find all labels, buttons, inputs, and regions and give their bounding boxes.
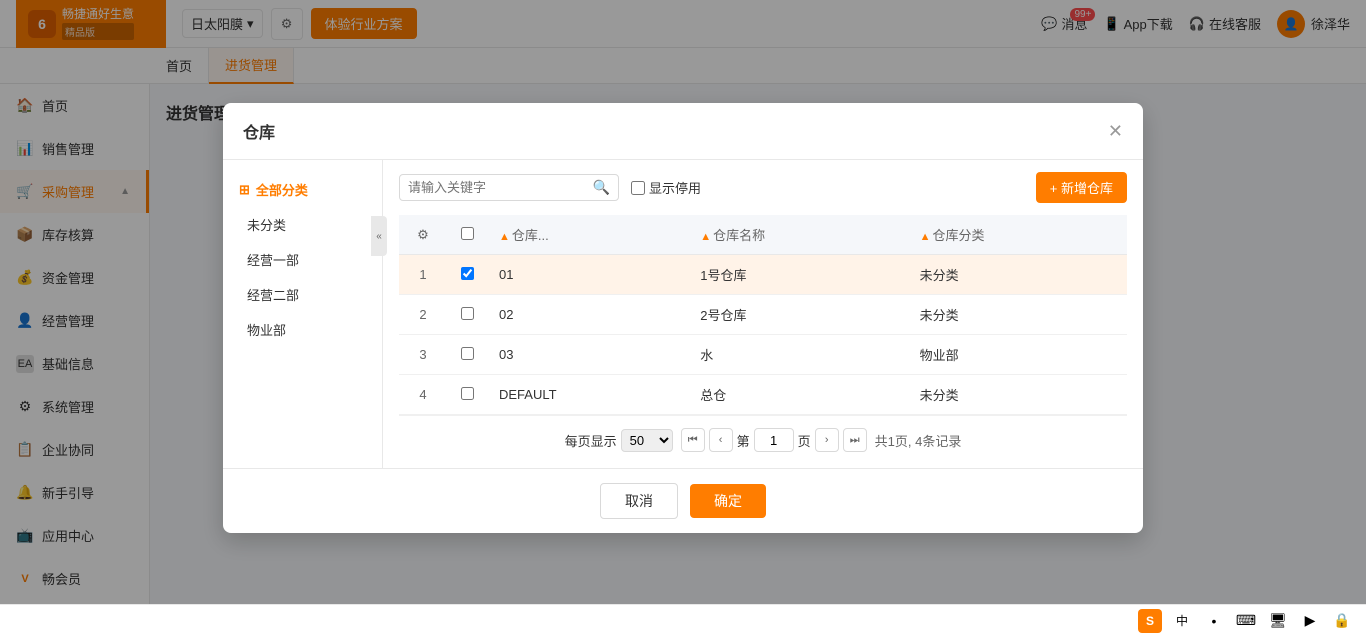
row-category: 物业部 [908,335,1127,375]
last-page-button[interactable]: ⏭ [843,428,867,452]
per-page-label: 每页显示 [565,431,617,450]
show-disabled-label: 显示停用 [631,178,701,197]
table-row[interactable]: 1 01 1号仓库 未分类 [399,255,1127,295]
show-disabled-text: 显示停用 [649,178,701,197]
modal-title: 仓库 [243,119,275,143]
select-all-checkbox[interactable] [461,227,474,240]
col-code: ▲仓库... [487,215,688,255]
page-input[interactable] [754,428,794,452]
next-page-button[interactable]: › [815,428,839,452]
row-checkbox[interactable] [461,307,474,320]
row-checkbox[interactable] [461,387,474,400]
row-num: 1 [399,255,447,295]
table-row[interactable]: 4 DEFAULT 总仓 未分类 [399,375,1127,415]
modal-footer: 取消 确定 [223,468,1143,533]
row-code: 02 [487,295,688,335]
search-box: 🔍 [399,174,619,201]
row-num: 4 [399,375,447,415]
warehouse-table: ⚙ ▲仓库... ▲仓库名称 ▲仓库分类 1 01 [399,215,1127,415]
page-total-label: 共1页, 4条记录 [875,431,962,450]
all-categories-item[interactable]: ⊞ 全部分类 [223,172,382,207]
row-category: 未分类 [908,375,1127,415]
row-name: 总仓 [688,375,907,415]
play-icon[interactable]: ▶ [1298,609,1322,633]
col-settings: ⚙ [399,215,447,255]
search-input[interactable] [408,180,593,195]
add-warehouse-button[interactable]: + 新增仓库 [1036,172,1127,203]
modal-overlay: 仓库 ✕ ⊞ 全部分类 未分类 经营一部 经营二部 物业部 « [0,0,1366,636]
page-label: 第 [737,431,750,450]
collapse-panel-button[interactable]: « [371,216,387,256]
category-item-property[interactable]: 物业部 [223,312,382,347]
page-suffix-label: 页 [798,431,811,450]
row-check[interactable] [447,335,487,375]
col-checkbox [447,215,487,255]
row-category: 未分类 [908,295,1127,335]
row-check[interactable] [447,375,487,415]
row-code: 03 [487,335,688,375]
lock-icon[interactable]: 🔒 [1330,609,1354,633]
row-name: 水 [688,335,907,375]
row-code: DEFAULT [487,375,688,415]
bottom-icon-s[interactable]: S [1138,609,1162,633]
col-name: ▲仓库名称 [688,215,907,255]
warehouse-modal: 仓库 ✕ ⊞ 全部分类 未分类 经营一部 经营二部 物业部 « [223,103,1143,533]
col-category: ▲仓库分类 [908,215,1127,255]
table-header-row: ⚙ ▲仓库... ▲仓库名称 ▲仓库分类 [399,215,1127,255]
modal-header: 仓库 ✕ [223,103,1143,160]
show-disabled-checkbox[interactable] [631,181,645,195]
bottom-icon-dot[interactable]: • [1202,609,1226,633]
row-checkbox[interactable] [461,267,474,280]
bottom-icon-zh[interactable]: 中 [1170,609,1194,633]
grid-icon: ⊞ [239,182,250,198]
bottom-bar: S 中 • ⌨ 🖥 ▶ 🔒 [0,604,1366,636]
row-num: 3 [399,335,447,375]
category-item-ops1[interactable]: 经营一部 [223,242,382,277]
modal-right-panel: 🔍 显示停用 + 新增仓库 ⚙ [383,160,1143,468]
row-code: 01 [487,255,688,295]
row-num: 2 [399,295,447,335]
modal-toolbar: 🔍 显示停用 + 新增仓库 [399,172,1127,203]
row-name: 2号仓库 [688,295,907,335]
first-page-button[interactable]: ⏮ [681,428,705,452]
confirm-button[interactable]: 确定 [690,484,766,518]
row-name: 1号仓库 [688,255,907,295]
modal-left-panel: ⊞ 全部分类 未分类 经营一部 经营二部 物业部 « [223,160,383,468]
page-navigation: ⏮ ‹ 第 页 › ⏭ [681,428,867,452]
cancel-button[interactable]: 取消 [600,483,678,519]
monitor-icon[interactable]: 🖥 [1266,609,1290,633]
per-page-select[interactable]: 10 20 50 100 [621,429,673,452]
row-check[interactable] [447,295,487,335]
modal-body: ⊞ 全部分类 未分类 经营一部 经营二部 物业部 « 🔍 [223,160,1143,468]
pagination: 每页显示 10 20 50 100 ⏮ ‹ 第 页 [399,415,1127,456]
table-row[interactable]: 3 03 水 物业部 [399,335,1127,375]
search-icon[interactable]: 🔍 [593,179,610,196]
prev-page-button[interactable]: ‹ [709,428,733,452]
category-item-ops2[interactable]: 经营二部 [223,277,382,312]
page-size-selector: 每页显示 10 20 50 100 [565,429,673,452]
row-category: 未分类 [908,255,1127,295]
row-check[interactable] [447,255,487,295]
keyboard-icon[interactable]: ⌨ [1234,609,1258,633]
modal-close-button[interactable]: ✕ [1108,122,1123,140]
row-checkbox[interactable] [461,347,474,360]
table-row[interactable]: 2 02 2号仓库 未分类 [399,295,1127,335]
all-categories-label: 全部分类 [256,180,308,199]
category-item-uncategorized[interactable]: 未分类 [223,207,382,242]
